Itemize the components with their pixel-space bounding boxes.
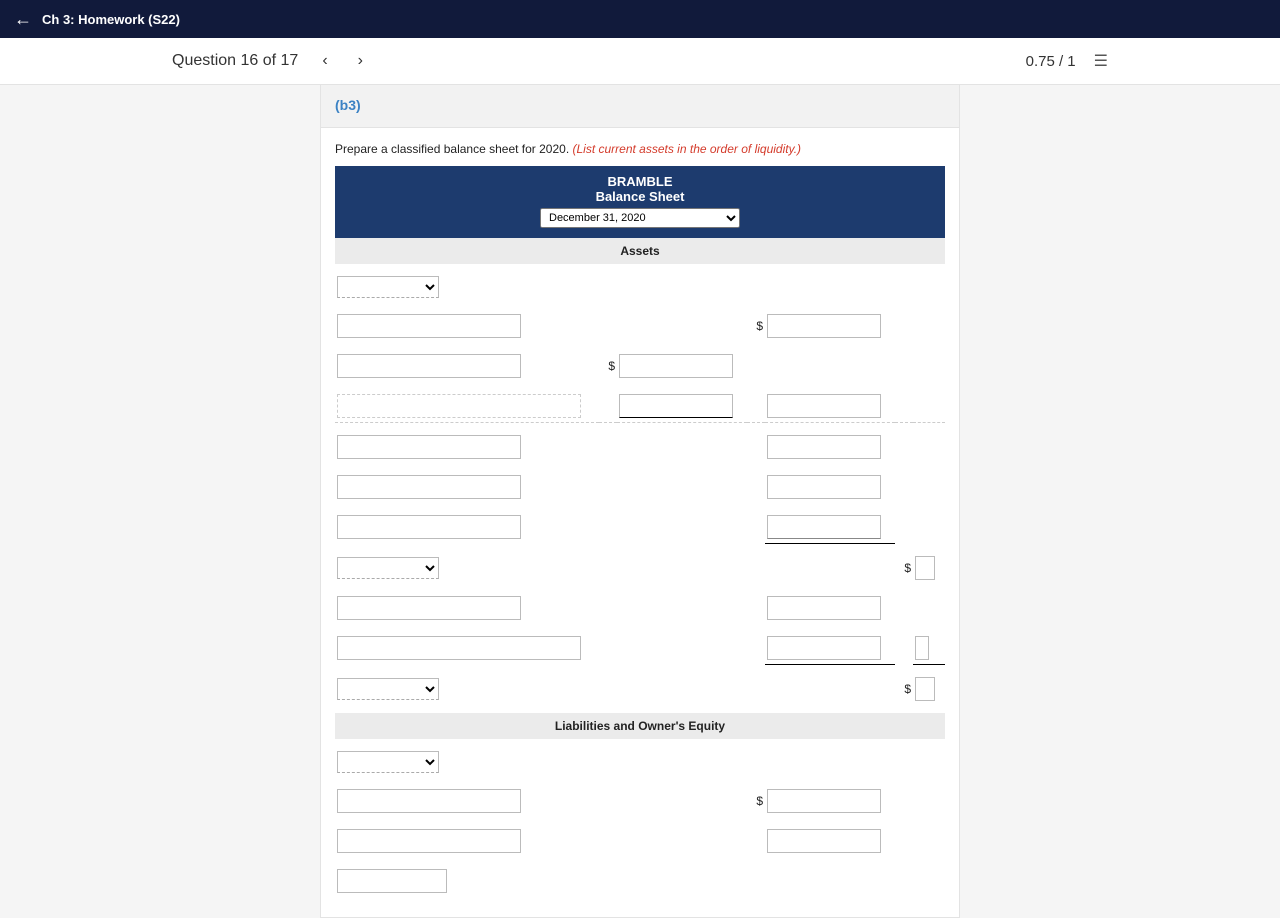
amount-input[interactable] <box>767 596 881 620</box>
amount-input[interactable] <box>915 677 935 701</box>
amount-input[interactable] <box>767 829 881 853</box>
account-input[interactable] <box>337 515 521 539</box>
account-input[interactable] <box>337 475 521 499</box>
amount-input[interactable] <box>767 475 881 499</box>
dollar-sign: $ <box>747 310 765 342</box>
category-select-2[interactable] <box>337 557 439 579</box>
account-input[interactable] <box>337 869 447 893</box>
prev-question-button[interactable]: ‹ <box>316 48 333 74</box>
dollar-sign: $ <box>895 552 913 584</box>
account-input[interactable] <box>337 314 521 338</box>
amount-input[interactable] <box>767 435 881 459</box>
account-input[interactable] <box>337 354 521 378</box>
dollar-sign: $ <box>747 785 765 817</box>
assets-section-header: Assets <box>335 238 945 264</box>
dollar-sign: $ <box>895 673 913 705</box>
account-input[interactable] <box>337 789 521 813</box>
score-label: 0.75 / 1 <box>1026 53 1076 70</box>
amount-input[interactable] <box>767 789 881 813</box>
account-input[interactable] <box>337 829 521 853</box>
question-list-icon[interactable]: ☰ <box>1094 51 1108 71</box>
account-input[interactable] <box>337 596 521 620</box>
liabilities-table: $ <box>335 739 945 897</box>
amount-input[interactable] <box>915 556 935 580</box>
back-icon[interactable]: ← <box>14 9 32 30</box>
top-bar: ← Ch 3: Homework (S22) <box>0 0 1280 38</box>
account-input[interactable] <box>337 394 581 418</box>
question-nav-bar: Question 16 of 17 ‹ › 0.75 / 1 ☰ <box>160 38 1120 84</box>
amount-input[interactable] <box>767 314 881 338</box>
amount-input[interactable] <box>767 394 881 418</box>
balance-sheet-header: BRAMBLE Balance Sheet December 31, 2020 <box>335 166 945 238</box>
amount-input[interactable] <box>619 354 733 378</box>
amount-input[interactable] <box>767 515 881 539</box>
question-label: Question 16 of 17 <box>172 52 298 70</box>
dollar-sign: $ <box>599 350 617 382</box>
company-name: BRAMBLE <box>335 174 945 189</box>
date-select[interactable]: December 31, 2020 <box>540 208 740 228</box>
instructions: Prepare a classified balance sheet for 2… <box>321 128 959 166</box>
instructions-text: Prepare a classified balance sheet for 2… <box>335 142 572 156</box>
category-select-1[interactable] <box>337 276 439 298</box>
assets-table: $ $ <box>335 264 945 713</box>
account-input[interactable] <box>337 636 581 660</box>
amount-input[interactable] <box>915 636 929 660</box>
amount-input[interactable] <box>619 394 733 418</box>
next-question-button[interactable]: › <box>352 48 369 74</box>
assignment-title: Ch 3: Homework (S22) <box>42 12 180 27</box>
category-select-4[interactable] <box>337 751 439 773</box>
liabilities-section-header: Liabilities and Owner's Equity <box>335 713 945 739</box>
part-header: (b3) <box>321 85 959 128</box>
instructions-note: (List current assets in the order of liq… <box>572 142 801 156</box>
question-content: (b3) Prepare a classified balance sheet … <box>320 85 960 918</box>
account-input[interactable] <box>337 435 521 459</box>
part-label: (b3) <box>335 97 361 113</box>
category-select-3[interactable] <box>337 678 439 700</box>
sheet-title: Balance Sheet <box>335 189 945 204</box>
amount-input[interactable] <box>767 636 881 660</box>
